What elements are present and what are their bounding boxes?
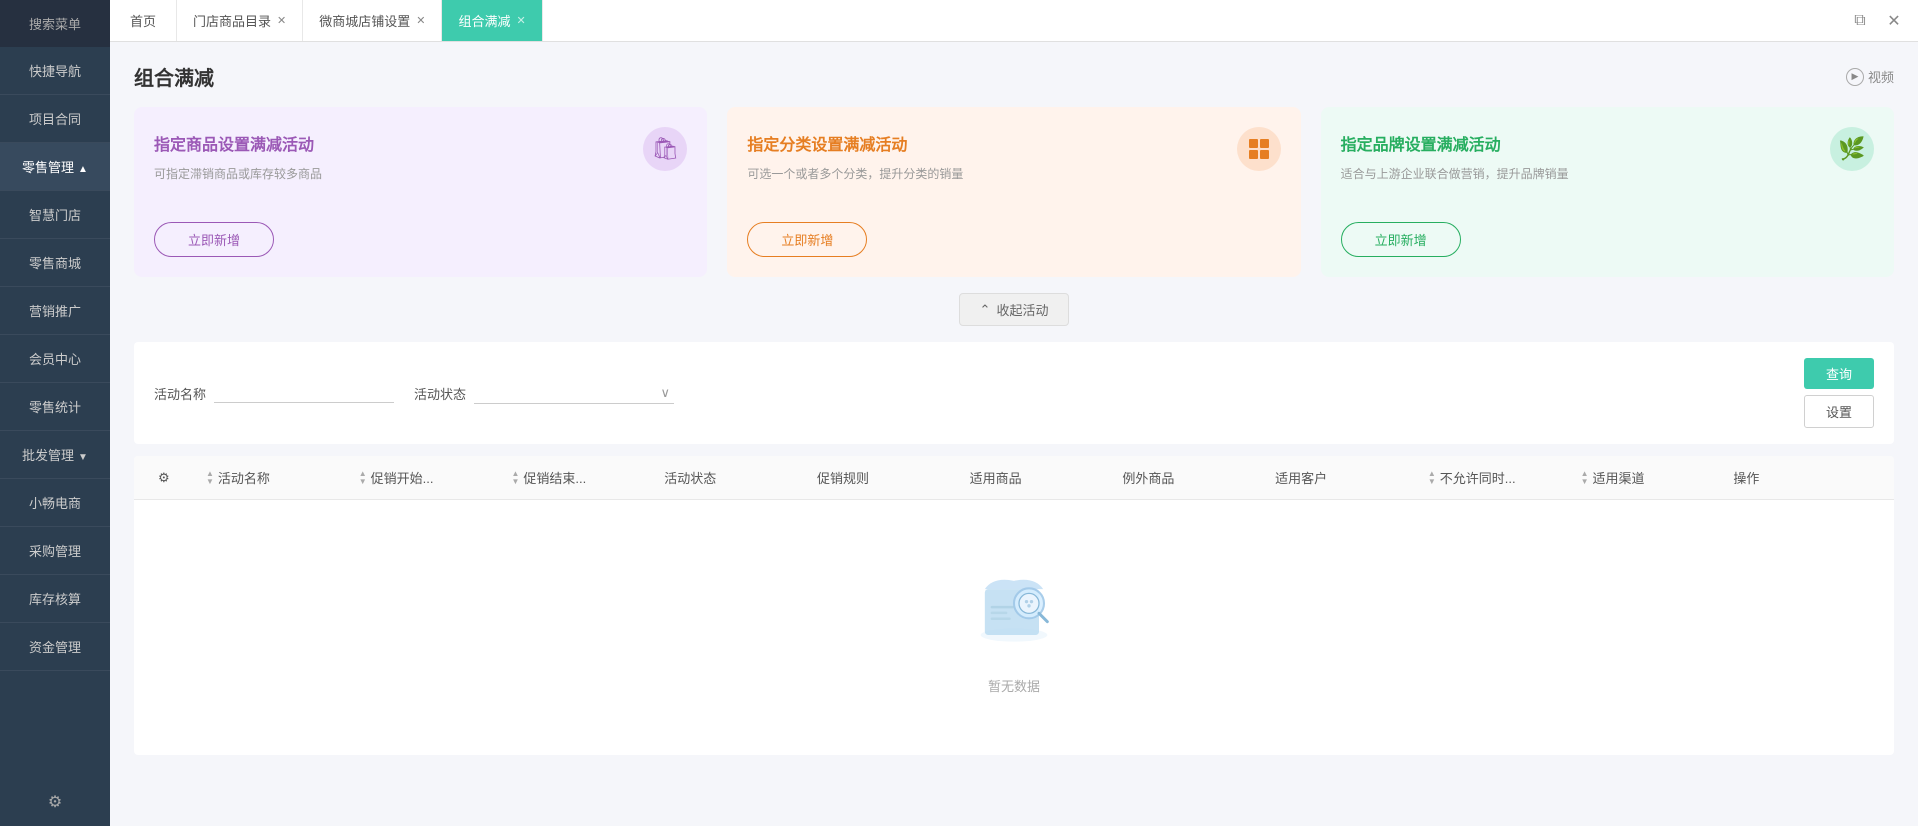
brand-add-button[interactable]: 立即新增 (1341, 222, 1461, 257)
sidebar-item-wholesale[interactable]: 批发管理 (0, 431, 110, 479)
sidebar-item-retail-management[interactable]: 零售管理 (0, 143, 110, 191)
sidebar-item-purchase[interactable]: 采购管理 (0, 527, 110, 575)
collapse-button[interactable]: ⌃ 收起活动 (959, 293, 1070, 326)
tab-bar: 首页 门店商品目录 ✕ 微商城店铺设置 ✕ 组合满减 ✕ ⧉ ✕ (110, 0, 1918, 42)
tab-wechat-settings[interactable]: 微商城店铺设置 ✕ (303, 0, 442, 41)
sidebar-item-retail-mall[interactable]: 零售商城 (0, 239, 110, 287)
tab-close-product-catalog[interactable]: ✕ (277, 14, 286, 27)
sidebar-item-quick-nav[interactable]: 快捷导航 (0, 47, 110, 95)
brand-card-title: 指定品牌设置满减活动 (1341, 131, 1874, 155)
th-applicable-goods: 适用商品 (962, 468, 1115, 487)
maximize-button[interactable]: ⧉ (1848, 9, 1872, 33)
tab-product-catalog[interactable]: 门店商品目录 ✕ (177, 0, 303, 41)
sidebar-item-finance[interactable]: 资金管理 (0, 623, 110, 671)
page-title: 组合满减 (134, 62, 214, 91)
th-activity-status: 活动状态 (656, 468, 809, 487)
tab-home[interactable]: 首页 (110, 0, 177, 41)
activity-status-label: 活动状态 (414, 384, 466, 403)
category-card-desc: 可选一个或者多个分类，提升分类的销量 (747, 165, 1280, 206)
activity-status-select[interactable]: ∨ (474, 383, 674, 404)
brand-icon: 🌿 (1830, 127, 1874, 171)
table-header: ⚙ ▲▼ 活动名称 ▲▼ 促销开始... ▲▼ 促销结束... 活动状态 (134, 456, 1894, 500)
tab-close-combo-discount[interactable]: ✕ (517, 14, 526, 27)
category-promo-card: 指定分类设置满减活动 可选一个或者多个分类，提升分类的销量 立即新增 (727, 107, 1300, 277)
activity-name-input[interactable] (214, 383, 394, 403)
sidebar-item-smart-store[interactable]: 智慧门店 (0, 191, 110, 239)
tab-close-wechat-settings[interactable]: ✕ (416, 14, 425, 27)
sidebar-item-inventory[interactable]: 库存核算 (0, 575, 110, 623)
th-promo-end[interactable]: ▲▼ 促销结束... (503, 468, 656, 487)
th-applicable-channel[interactable]: ▲▼ 适用渠道 (1573, 468, 1726, 487)
brand-promo-card: 🌿 指定品牌设置满减活动 适合与上游企业联合做营销，提升品牌销量 立即新增 (1321, 107, 1894, 277)
category-card-title: 指定分类设置满减活动 (747, 131, 1280, 155)
filter-activity-name: 活动名称 (154, 383, 394, 403)
chevron-down-icon: ∨ (661, 385, 671, 401)
window-controls: ⧉ ✕ (1836, 9, 1918, 33)
main-area: 首页 门店商品目录 ✕ 微商城店铺设置 ✕ 组合满减 ✕ ⧉ ✕ 组合满减 ▶ … (110, 0, 1918, 826)
product-icon: 🛍 (643, 127, 687, 171)
gear-icon: ⚙ (158, 470, 170, 486)
sidebar: 搜索菜单 快捷导航 项目合同 零售管理 智慧门店 零售商城 营销推广 会员中心 … (0, 0, 110, 826)
th-no-concurrent[interactable]: ▲▼ 不允许同时... (1420, 468, 1573, 487)
setting-button[interactable]: 设置 (1804, 395, 1874, 428)
category-icon (1237, 127, 1281, 171)
sidebar-item-marketing[interactable]: 营销推广 (0, 287, 110, 335)
sidebar-item-member-center[interactable]: 会员中心 (0, 335, 110, 383)
page-header: 组合满减 ▶ 视频 (134, 62, 1894, 91)
th-gear[interactable]: ⚙ (150, 470, 198, 486)
sidebar-item-xiaochangec[interactable]: 小畅电商 (0, 479, 110, 527)
sidebar-item-project-contract[interactable]: 项目合同 (0, 95, 110, 143)
video-link[interactable]: ▶ 视频 (1846, 67, 1894, 86)
collapse-bar: ⌃ 收起活动 (134, 293, 1894, 326)
th-promo-rule: 促销规则 (809, 468, 962, 487)
brand-card-desc: 适合与上游企业联合做营销，提升品牌销量 (1341, 165, 1874, 206)
table-container: ⚙ ▲▼ 活动名称 ▲▼ 促销开始... ▲▼ 促销结束... 活动状态 (134, 456, 1894, 755)
sidebar-item-retail-stats[interactable]: 零售统计 (0, 383, 110, 431)
th-exceptional-goods: 例外商品 (1114, 468, 1267, 487)
tab-combo-discount[interactable]: 组合满减 ✕ (442, 0, 542, 41)
cards-row: 🛍 指定商品设置满减活动 可指定滞销商品或库存较多商品 立即新增 指定分类设置满… (134, 107, 1894, 277)
filter-actions: 查询 设置 (1804, 358, 1874, 428)
sidebar-search[interactable]: 搜索菜单 (0, 0, 110, 47)
th-operations: 操作 (1725, 468, 1878, 487)
th-activity-name[interactable]: ▲▼ 活动名称 (198, 468, 351, 487)
product-promo-card: 🛍 指定商品设置满减活动 可指定滞销商品或库存较多商品 立即新增 (134, 107, 707, 277)
empty-text: 暂无数据 (988, 676, 1040, 695)
th-applicable-customer: 适用客户 (1267, 468, 1420, 487)
empty-illustration (964, 560, 1064, 660)
product-card-title: 指定商品设置满减活动 (154, 131, 687, 155)
close-button[interactable]: ✕ (1882, 9, 1906, 33)
product-card-desc: 可指定滞销商品或库存较多商品 (154, 165, 687, 206)
product-add-button[interactable]: 立即新增 (154, 222, 274, 257)
th-promo-start[interactable]: ▲▼ 促销开始... (351, 468, 504, 487)
settings-icon[interactable]: ⚙ (0, 778, 110, 826)
content-area: 组合满减 ▶ 视频 🛍 指定商品设置满减活动 可指定滞销商品或库存较多商品 立即… (110, 42, 1918, 826)
category-add-button[interactable]: 立即新增 (747, 222, 867, 257)
empty-state: 暂无数据 (134, 500, 1894, 755)
filter-row: 活动名称 活动状态 ∨ 查询 设置 (134, 342, 1894, 444)
filter-activity-status: 活动状态 ∨ (414, 383, 674, 404)
query-button[interactable]: 查询 (1804, 358, 1874, 389)
activity-name-label: 活动名称 (154, 384, 206, 403)
play-icon: ▶ (1846, 68, 1864, 86)
collapse-icon: ⌃ (980, 302, 991, 318)
